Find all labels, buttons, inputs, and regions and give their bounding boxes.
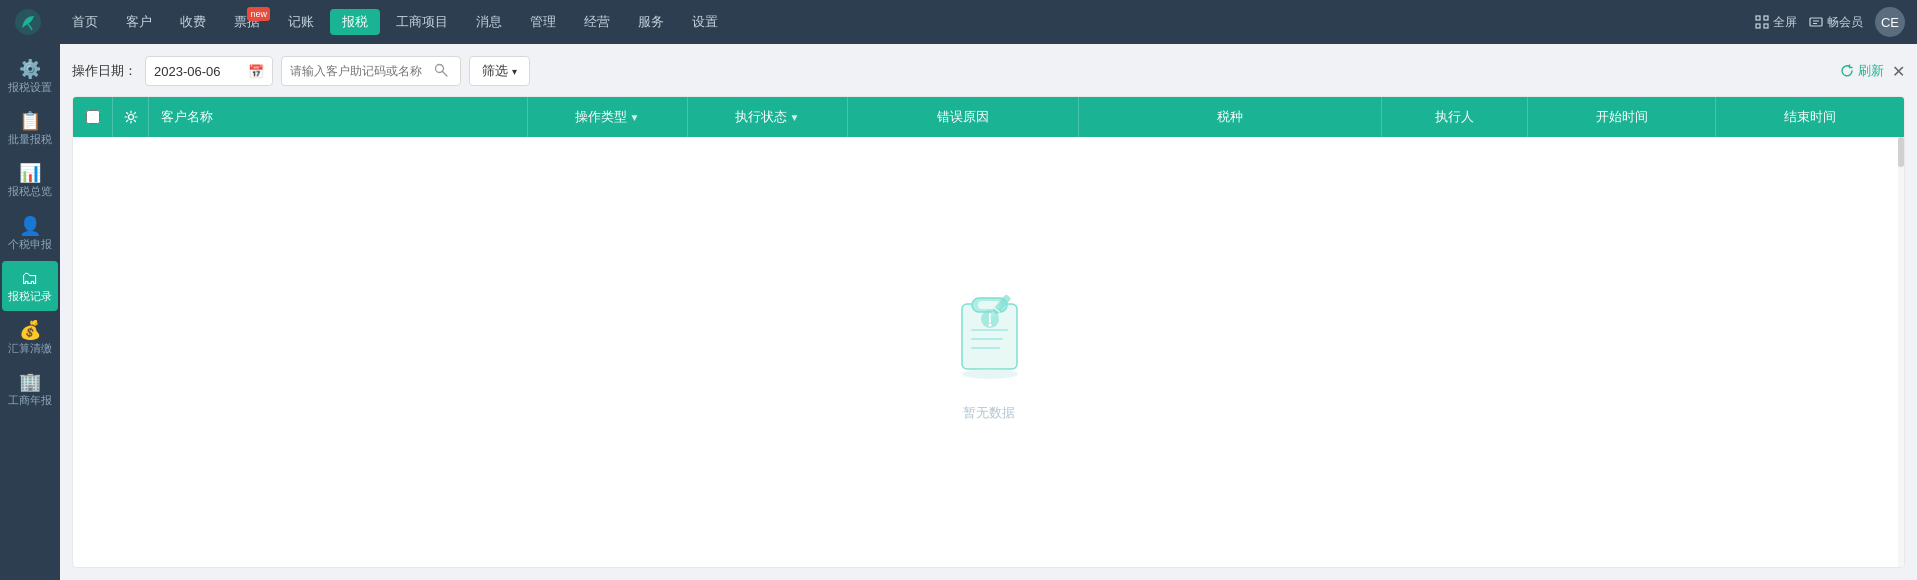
sidebar-label-batch-tax: 批量报税	[8, 133, 52, 146]
nav-invoice[interactable]: 票据 new	[222, 9, 272, 35]
empty-state: 暂无数据	[894, 242, 1084, 462]
fullscreen-btn[interactable]: 全屏	[1755, 14, 1797, 31]
tax-overview-icon: 📊	[19, 164, 41, 182]
sidebar-item-tax-overview[interactable]: 📊 报税总览	[2, 156, 58, 206]
member-btn[interactable]: 畅会员	[1809, 14, 1863, 31]
table-header: 客户名称 操作类型 ▼ 执行状态 ▼ 错误原因 税种 执行人	[73, 97, 1904, 137]
new-badge: new	[247, 7, 270, 21]
svg-rect-1	[1756, 16, 1760, 20]
nav-message[interactable]: 消息	[464, 9, 514, 35]
sidebar-label-tax-overview: 报税总览	[8, 185, 52, 198]
tax-settings-icon: ⚙️	[19, 60, 41, 78]
svg-rect-4	[1764, 24, 1768, 28]
main-layout: ⚙️ 报税设置 📋 批量报税 📊 报税总览 👤 个税申报 🗂 报税记录 💰 汇算…	[0, 44, 1917, 580]
th-checkbox[interactable]	[73, 97, 113, 137]
scroll-indicator	[1898, 137, 1904, 567]
sidebar-item-tax-settings[interactable]: ⚙️ 报税设置	[2, 52, 58, 102]
sidebar: ⚙️ 报税设置 📋 批量报税 📊 报税总览 👤 个税申报 🗂 报税记录 💰 汇算…	[0, 44, 60, 580]
sidebar-item-tax-records[interactable]: 🗂 报税记录	[2, 261, 58, 311]
date-input-wrap[interactable]: 📅	[145, 56, 273, 86]
svg-rect-5	[1810, 18, 1822, 26]
nav-home[interactable]: 首页	[60, 9, 110, 35]
nav-bookkeeping[interactable]: 记账	[276, 9, 326, 35]
svg-line-7	[443, 71, 448, 76]
toolbar-right: 刷新 ✕	[1840, 62, 1905, 81]
th-end-time: 结束时间	[1716, 97, 1904, 137]
th-client-name: 客户名称	[149, 97, 528, 137]
date-input[interactable]	[154, 64, 244, 79]
calendar-icon: 📅	[248, 64, 264, 79]
search-input[interactable]	[290, 64, 430, 78]
filter-label: 筛选	[482, 62, 508, 80]
th-status[interactable]: 执行状态 ▼	[688, 97, 848, 137]
refresh-label: 刷新	[1858, 62, 1884, 80]
search-icon	[434, 63, 448, 80]
th-gear[interactable]	[113, 97, 149, 137]
top-nav: 首页 客户 收费 票据 new 记账 报税 工商项目 消息 管理 经营 服务 设…	[0, 0, 1917, 44]
tax-records-icon: 🗂	[21, 269, 39, 287]
svg-rect-2	[1764, 16, 1768, 20]
annual-report-icon: 🏢	[19, 373, 41, 391]
toolbar: 操作日期： 📅 筛选 ▾ 刷新 ✕	[72, 56, 1905, 86]
sidebar-item-personal-tax[interactable]: 👤 个税申报	[2, 209, 58, 259]
svg-rect-3	[1756, 24, 1760, 28]
sidebar-label-settlement: 汇算清缴	[8, 342, 52, 355]
sidebar-label-tax-settings: 报税设置	[8, 81, 52, 94]
nav-fee[interactable]: 收费	[168, 9, 218, 35]
sidebar-label-annual-report: 工商年报	[8, 394, 52, 407]
nav-right: 全屏 畅会员 CE	[1755, 7, 1905, 37]
chevron-down-icon: ▾	[512, 66, 517, 77]
select-all-checkbox[interactable]	[86, 110, 100, 124]
empty-text: 暂无数据	[963, 404, 1015, 422]
nav-biz[interactable]: 工商项目	[384, 9, 460, 35]
sort-icon-op-type: ▼	[630, 112, 640, 123]
sort-icon-status: ▼	[790, 112, 800, 123]
sidebar-item-annual-report[interactable]: 🏢 工商年报	[2, 365, 58, 415]
close-button[interactable]: ✕	[1892, 62, 1905, 81]
th-error: 错误原因	[848, 97, 1080, 137]
nav-settings[interactable]: 设置	[680, 9, 730, 35]
search-wrap[interactable]	[281, 56, 461, 86]
nav-service[interactable]: 服务	[626, 9, 676, 35]
nav-client[interactable]: 客户	[114, 9, 164, 35]
user-avatar[interactable]: CE	[1875, 7, 1905, 37]
sidebar-item-batch-tax[interactable]: 📋 批量报税	[2, 104, 58, 154]
th-op-type[interactable]: 操作类型 ▼	[528, 97, 688, 137]
sidebar-label-tax-records: 报税记录	[8, 290, 52, 303]
nav-tax[interactable]: 报税	[330, 9, 380, 35]
th-tax: 税种	[1079, 97, 1382, 137]
sidebar-label-personal-tax: 个税申报	[8, 238, 52, 251]
th-executor: 执行人	[1382, 97, 1528, 137]
settlement-icon: 💰	[19, 321, 41, 339]
nav-manage[interactable]: 管理	[518, 9, 568, 35]
table-container: 客户名称 操作类型 ▼ 执行状态 ▼ 错误原因 税种 执行人	[72, 96, 1905, 568]
table-body: 暂无数据	[73, 137, 1904, 567]
filter-button[interactable]: 筛选 ▾	[469, 56, 530, 86]
date-label: 操作日期：	[72, 62, 137, 80]
svg-point-21	[962, 369, 1018, 379]
personal-tax-icon: 👤	[19, 217, 41, 235]
svg-point-17	[988, 324, 991, 327]
th-start-time: 开始时间	[1528, 97, 1717, 137]
content-area: 操作日期： 📅 筛选 ▾ 刷新 ✕	[60, 44, 1917, 580]
batch-tax-icon: 📋	[19, 112, 41, 130]
nav-operation[interactable]: 经营	[572, 9, 622, 35]
svg-point-8	[128, 115, 133, 120]
refresh-button[interactable]: 刷新	[1840, 62, 1884, 80]
scroll-thumb[interactable]	[1898, 137, 1904, 167]
sidebar-item-settlement[interactable]: 💰 汇算清缴	[2, 313, 58, 363]
empty-illustration	[934, 282, 1044, 392]
logo[interactable]	[12, 6, 44, 38]
nav-items: 首页 客户 收费 票据 new 记账 报税 工商项目 消息 管理 经营 服务 设…	[60, 9, 1755, 35]
